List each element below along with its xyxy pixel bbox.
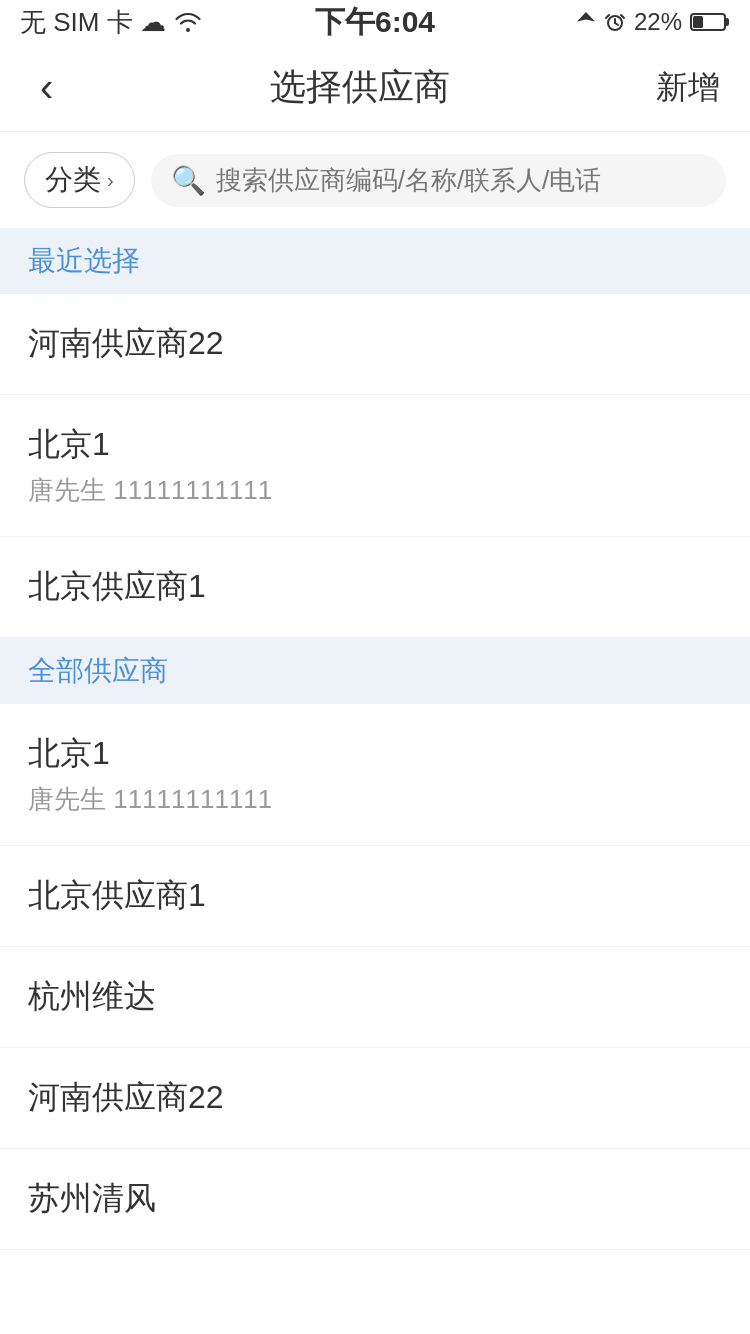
nav-bar: ‹ 选择供应商 新增	[0, 44, 750, 132]
item-name: 北京1	[28, 423, 722, 467]
item-sub: 唐先生 11111111111	[28, 782, 722, 817]
list-item[interactable]: 河南供应商22	[0, 294, 750, 395]
filter-bar: 分类 › 🔍	[0, 132, 750, 228]
category-label: 分类	[45, 161, 101, 199]
alarm-icon	[604, 11, 626, 33]
sim-status: 无 SIM 卡 ☁	[20, 5, 166, 40]
list-item[interactable]: 苏州清风	[0, 1149, 750, 1250]
battery-icon	[690, 11, 730, 33]
add-button[interactable]: 新增	[656, 66, 720, 110]
chevron-right-icon: ›	[107, 169, 114, 192]
item-sub: 唐先生 11111111111	[28, 473, 722, 508]
page-title: 选择供应商	[270, 63, 450, 112]
battery-level: 22%	[634, 8, 682, 36]
status-left: 无 SIM 卡 ☁	[20, 5, 202, 40]
item-name: 河南供应商22	[28, 1076, 722, 1120]
category-filter-button[interactable]: 分类 ›	[24, 152, 135, 208]
list-item[interactable]: 北京供应商1	[0, 846, 750, 947]
item-name: 河南供应商22	[28, 322, 722, 366]
svg-rect-4	[693, 16, 703, 28]
item-name: 北京供应商1	[28, 565, 722, 609]
wifi-icon	[174, 11, 202, 33]
status-time: 下午6:04	[315, 2, 435, 43]
recent-section-header: 最近选择	[0, 228, 750, 294]
list-item[interactable]: 杭州维达	[0, 947, 750, 1048]
list-item[interactable]: 北京1 唐先生 11111111111	[0, 395, 750, 537]
all-section-header: 全部供应商	[0, 638, 750, 704]
back-button[interactable]: ‹	[30, 55, 63, 120]
search-box: 🔍	[151, 154, 726, 207]
svg-rect-5	[725, 18, 729, 26]
location-icon	[576, 11, 596, 33]
list-item[interactable]: 河南供应商22	[0, 1048, 750, 1149]
status-bar: 无 SIM 卡 ☁ 下午6:04 22%	[0, 0, 750, 44]
svg-line-2	[615, 23, 618, 25]
item-name: 北京供应商1	[28, 874, 722, 918]
item-name: 杭州维达	[28, 975, 722, 1019]
list-item[interactable]: 北京供应商1	[0, 537, 750, 638]
recent-list: 河南供应商22 北京1 唐先生 11111111111 北京供应商1	[0, 294, 750, 638]
search-icon: 🔍	[171, 164, 206, 197]
search-input[interactable]	[216, 165, 706, 196]
list-item[interactable]: 北京1 唐先生 11111111111	[0, 704, 750, 846]
item-name: 北京1	[28, 732, 722, 776]
status-right: 22%	[576, 8, 730, 36]
item-name: 苏州清风	[28, 1177, 722, 1221]
all-list: 北京1 唐先生 11111111111 北京供应商1 杭州维达河南供应商22 苏州清…	[0, 704, 750, 1250]
